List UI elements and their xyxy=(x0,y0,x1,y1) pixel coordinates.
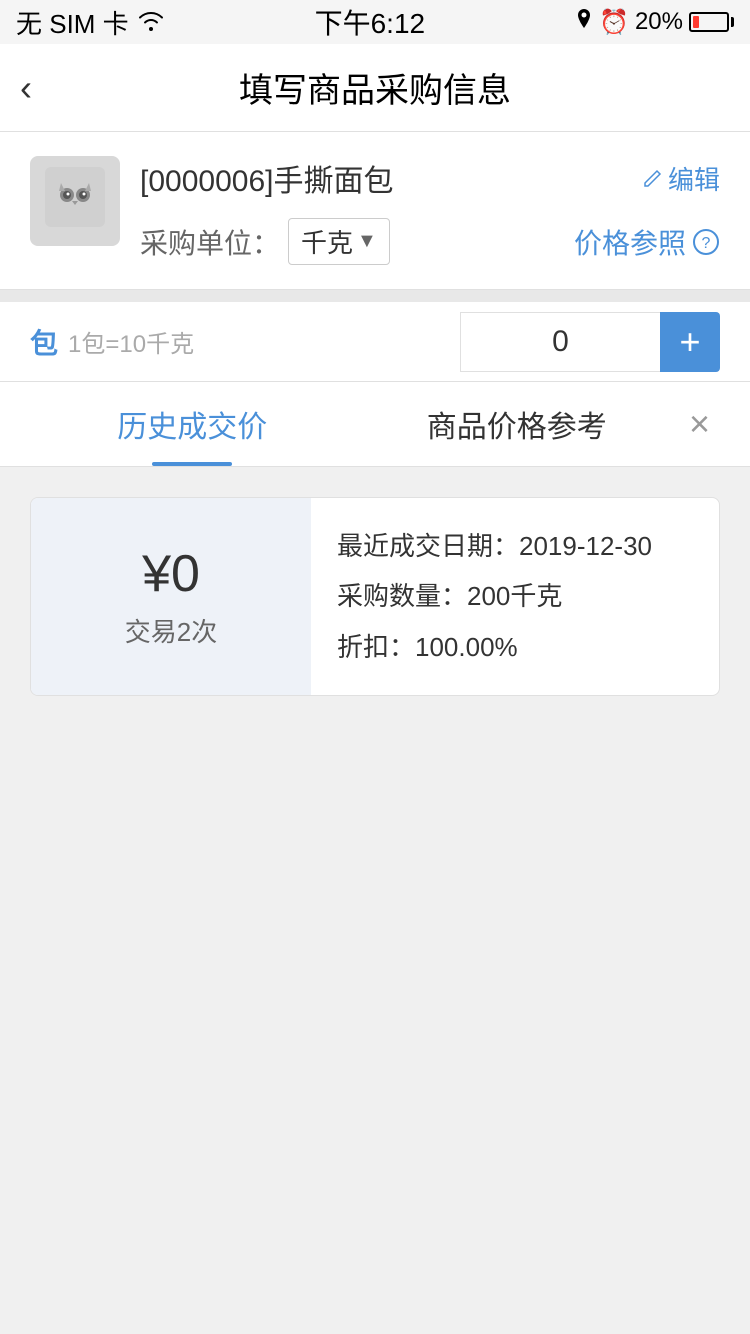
thumbnail-icon xyxy=(45,167,105,235)
alarm-icon: ⏰ xyxy=(599,8,629,37)
unit-arrow-icon: ▼ xyxy=(357,230,377,253)
price-recent-date: 最近成交日期：2019-12-30 xyxy=(337,528,693,564)
product-thumbnail xyxy=(30,156,120,246)
svg-text:?: ? xyxy=(702,235,711,252)
quantity-unit-desc: 1包=10千克 xyxy=(68,324,194,359)
product-info: [0000006]手撕面包 编辑 采购单位： 千克 ▼ 价格 xyxy=(140,156,720,265)
battery-icon xyxy=(689,12,734,32)
location-icon xyxy=(575,8,593,37)
price-card-left: ¥0 交易2次 xyxy=(31,498,311,695)
back-button[interactable]: ‹ xyxy=(20,67,32,109)
tab-reference[interactable]: 商品价格参考 xyxy=(354,382,678,466)
price-card-right: 最近成交日期：2019-12-30 采购数量：200千克 折扣：100.00% xyxy=(311,498,719,695)
quantity-input-area: + xyxy=(460,312,720,372)
tab-section: 历史成交价 商品价格参考 × xyxy=(0,382,750,467)
status-left: 无 SIM 卡 xyxy=(16,4,165,41)
quantity-unit-badge: 包 xyxy=(30,322,58,362)
main-content xyxy=(0,726,750,1326)
price-discount: 折扣：100.00% xyxy=(337,629,693,665)
history-section: ¥0 交易2次 最近成交日期：2019-12-30 采购数量：200千克 折扣：… xyxy=(0,467,750,726)
quantity-section: 包 1包=10千克 + xyxy=(0,302,750,382)
status-time: 下午6:12 xyxy=(315,2,426,42)
price-ref-button[interactable]: 价格参照 ? xyxy=(574,222,720,262)
status-bar: 无 SIM 卡 下午6:12 ⏰ 20% xyxy=(0,0,750,44)
product-section: [0000006]手撕面包 编辑 采购单位： 千克 ▼ 价格 xyxy=(0,132,750,290)
page-title: 填写商品采购信息 xyxy=(239,63,511,112)
status-right: ⏰ 20% xyxy=(575,8,734,37)
battery-percent: 20% xyxy=(635,8,683,36)
price-card: ¥0 交易2次 最近成交日期：2019-12-30 采购数量：200千克 折扣：… xyxy=(30,497,720,696)
edit-button[interactable]: 编辑 xyxy=(642,160,720,197)
price-times: 交易2次 xyxy=(125,612,217,649)
tab-active-indicator xyxy=(152,462,232,466)
price-quantity: 采购数量：200千克 xyxy=(337,578,693,614)
product-name: [0000006]手撕面包 xyxy=(140,156,393,200)
unit-label: 采购单位： xyxy=(140,222,280,262)
tab-history[interactable]: 历史成交价 xyxy=(30,382,354,466)
sim-label: 无 SIM 卡 xyxy=(16,4,129,41)
price-amount: ¥0 xyxy=(142,544,200,604)
tab-close-button[interactable]: × xyxy=(679,403,720,445)
unit-selector[interactable]: 千克 ▼ xyxy=(288,218,390,265)
nav-bar: ‹ 填写商品采购信息 xyxy=(0,44,750,132)
quantity-plus-button[interactable]: + xyxy=(660,312,720,372)
quantity-label-area: 包 1包=10千克 xyxy=(30,322,194,362)
wifi-icon xyxy=(137,7,165,38)
quantity-input[interactable] xyxy=(460,312,660,372)
section-divider xyxy=(0,290,750,302)
tab-bar: 历史成交价 商品价格参考 × xyxy=(0,382,750,466)
